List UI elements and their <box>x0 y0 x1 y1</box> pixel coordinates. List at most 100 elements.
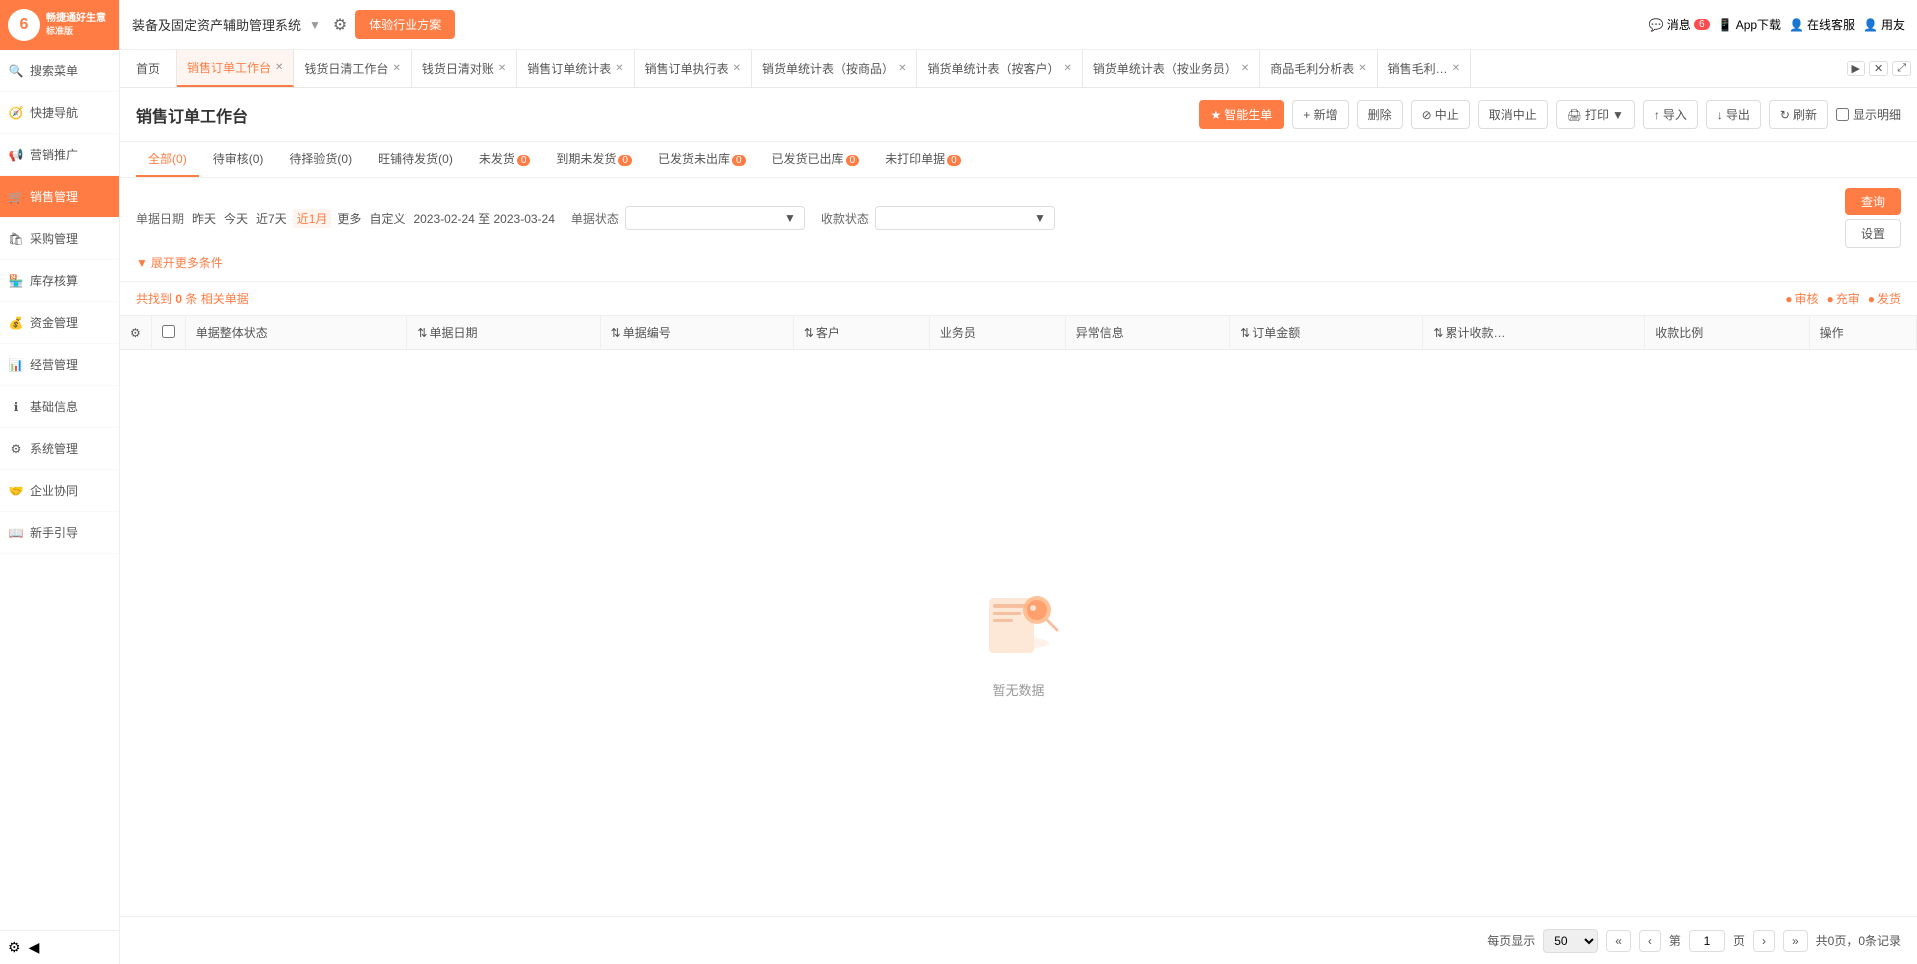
import-icon: ↑ <box>1654 108 1660 122</box>
sidebar-item-inventory[interactable]: 🏪 库存核算 <box>0 260 119 302</box>
tab-customer-stats[interactable]: 销货单统计表（按客户） ✕ <box>917 50 1082 87</box>
sub-tab-wangpu-ship[interactable]: 旺铺待发货(0) <box>366 142 465 177</box>
refresh-icon: ↻ <box>1780 108 1790 122</box>
approve-btn[interactable]: ● 审核 <box>1785 290 1818 307</box>
topbar-settings-icon[interactable]: ⚙ <box>333 15 347 35</box>
online-service-action[interactable]: 👤 在线客服 <box>1789 16 1855 33</box>
tab-cash-daily[interactable]: 钱货日清工作台 ✕ <box>294 50 411 87</box>
ship-btn[interactable]: ● 发货 <box>1868 290 1901 307</box>
select-all-checkbox[interactable] <box>162 325 175 338</box>
tab-close-10[interactable]: ✕ <box>1452 63 1460 74</box>
tab-close-3[interactable]: ✕ <box>498 63 506 74</box>
query-button[interactable]: 查询 <box>1845 188 1901 215</box>
tab-sales-workbench[interactable]: 销售订单工作台 ✕ <box>177 50 294 87</box>
tab-close-2[interactable]: ✕ <box>392 63 400 74</box>
shortcut-custom[interactable]: 自定义 <box>367 209 407 228</box>
col-settings[interactable]: ⚙ <box>120 316 151 350</box>
money-icon: 💰 <box>8 315 24 331</box>
sub-tab-shipped-not-out[interactable]: 已发货未出库0 <box>646 142 758 177</box>
print-button[interactable]: 🖨 打印 ▼ <box>1556 100 1635 129</box>
sidebar-item-marketing[interactable]: 📢 营销推广 <box>0 134 119 176</box>
show-detail-checkbox[interactable]: 显示明细 <box>1836 106 1901 123</box>
sidebar-settings-icon[interactable]: ⚙ <box>8 939 21 956</box>
sidebar-item-collab[interactable]: 🤝 企业协同 <box>0 470 119 512</box>
user-action[interactable]: 👤 用友 <box>1863 16 1905 33</box>
industry-btn[interactable]: 体验行业方案 <box>355 10 455 39</box>
sub-tab-pending-review[interactable]: 待审核(0) <box>201 142 276 177</box>
tab-home[interactable]: 首页 <box>120 50 177 87</box>
unapprove-btn[interactable]: ● 充审 <box>1826 290 1859 307</box>
sidebar-item-basic[interactable]: ℹ 基础信息 <box>0 386 119 428</box>
page-size-select[interactable]: 10 20 50 100 <box>1543 929 1598 953</box>
sub-tab-all[interactable]: 全部(0) <box>136 142 199 177</box>
sidebar-item-guide[interactable]: 📖 新手引导 <box>0 512 119 554</box>
sidebar-item-search[interactable]: 🔍 搜索菜单 <box>0 50 119 92</box>
tab-margin-analysis[interactable]: 商品毛利分析表 ✕ <box>1260 50 1377 87</box>
sub-tab-unshipped[interactable]: 未发货0 <box>467 142 543 177</box>
sidebar-item-nav[interactable]: 🧭 快捷导航 <box>0 92 119 134</box>
pagination: 每页显示 10 20 50 100 « ‹ 第 页 › » 共0页，0条记录 <box>120 916 1917 964</box>
sub-tab-unprinted[interactable]: 未打印单据0 <box>873 142 973 177</box>
shortcut-today[interactable]: 今天 <box>222 209 250 228</box>
smart-gen-button[interactable]: ★ 智能生单 <box>1199 100 1285 129</box>
tab-close-4[interactable]: ✕ <box>615 63 623 74</box>
first-page-btn[interactable]: « <box>1606 930 1631 952</box>
tab-close-5[interactable]: ✕ <box>733 63 741 74</box>
add-button[interactable]: + 新增 <box>1292 100 1348 129</box>
message-action[interactable]: 💬 消息 6 <box>1649 16 1710 33</box>
sub-tab-shipped-out[interactable]: 已发货已出库0 <box>760 142 872 177</box>
page-number-input[interactable] <box>1689 930 1725 952</box>
sidebar-item-system[interactable]: ⚙ 系统管理 <box>0 428 119 470</box>
app-download-action[interactable]: 📱 App下载 <box>1718 16 1781 33</box>
shortcut-yesterday[interactable]: 昨天 <box>190 209 218 228</box>
cancel-stop-button[interactable]: 取消中止 <box>1478 100 1548 129</box>
sidebar-collapse-icon[interactable]: ◀ <box>29 939 40 956</box>
expand-filter-btn[interactable]: ▼ 展开更多条件 <box>136 254 1901 271</box>
topbar-dropdown-icon[interactable]: ▼ <box>309 18 321 32</box>
col-check[interactable] <box>151 316 185 350</box>
th-collected[interactable]: ⇅ 累计收款… <box>1423 316 1645 350</box>
sidebar-item-operation[interactable]: 📊 经营管理 <box>0 344 119 386</box>
sidebar-item-finance[interactable]: 💰 资金管理 <box>0 302 119 344</box>
stop-button[interactable]: ⊘ 中止 <box>1411 100 1470 129</box>
delete-button[interactable]: 删除 <box>1357 100 1403 129</box>
next-page-btn[interactable]: › <box>1753 930 1775 952</box>
th-amount[interactable]: ⇅ 订单金额 <box>1230 316 1423 350</box>
tab-sales-exec[interactable]: 销售订单执行表 ✕ <box>635 50 752 87</box>
status-select[interactable]: ▼ <box>625 206 805 230</box>
sidebar-item-purchase[interactable]: 🛍 采购管理 <box>0 218 119 260</box>
tab-close-1[interactable]: ✕ <box>275 62 283 73</box>
tab-reconcile[interactable]: 钱货日清对账 ✕ <box>412 50 517 87</box>
import-button[interactable]: ↑ 导入 <box>1643 100 1698 129</box>
tab-more-icon[interactable]: ▶ <box>1847 61 1865 76</box>
column-settings-icon[interactable]: ⚙ <box>130 326 141 340</box>
th-number[interactable]: ⇅ 单据编号 <box>600 316 793 350</box>
filter-setting-button[interactable]: 设置 <box>1845 219 1901 248</box>
tab-fullscreen-icon[interactable]: ⤢ <box>1892 61 1911 76</box>
sub-tab-pending-inspect[interactable]: 待择验货(0) <box>277 142 364 177</box>
tab-goods-stats[interactable]: 销货单统计表（按商品） ✕ <box>752 50 917 87</box>
shortcut-more[interactable]: 更多 <box>335 209 363 228</box>
tab-close-6[interactable]: ✕ <box>898 63 906 74</box>
th-customer[interactable]: ⇅ 客户 <box>793 316 929 350</box>
tab-staff-stats[interactable]: 销货单统计表（按业务员） ✕ <box>1083 50 1260 87</box>
tab-sales-margin[interactable]: 销售毛利… ✕ <box>1378 50 1471 87</box>
last-page-btn[interactable]: » <box>1783 930 1808 952</box>
refresh-button[interactable]: ↻ 刷新 <box>1769 100 1828 129</box>
th-date[interactable]: ⇅ 单据日期 <box>407 316 600 350</box>
prev-page-btn[interactable]: ‹ <box>1639 930 1661 952</box>
shortcut-7days[interactable]: 近7天 <box>254 209 289 228</box>
tab-sales-stats[interactable]: 销售订单统计表 ✕ <box>517 50 634 87</box>
payment-select[interactable]: ▼ <box>875 206 1055 230</box>
tab-close-8[interactable]: ✕ <box>1241 63 1249 74</box>
sidebar-item-sales[interactable]: 🛒 销售管理 <box>0 176 119 218</box>
phone-icon: 📱 <box>1718 18 1733 32</box>
filter-action-group: 查询 设置 <box>1845 188 1901 248</box>
export-button[interactable]: ↓ 导出 <box>1706 100 1761 129</box>
tab-close-all-icon[interactable]: ✕ <box>1869 61 1888 76</box>
sub-tab-overdue-unshipped[interactable]: 到期未发货0 <box>544 142 644 177</box>
service-icon: 👤 <box>1789 18 1804 32</box>
tab-close-7[interactable]: ✕ <box>1063 63 1071 74</box>
shortcut-1month[interactable]: 近1月 <box>293 209 332 228</box>
tab-close-9[interactable]: ✕ <box>1358 63 1366 74</box>
